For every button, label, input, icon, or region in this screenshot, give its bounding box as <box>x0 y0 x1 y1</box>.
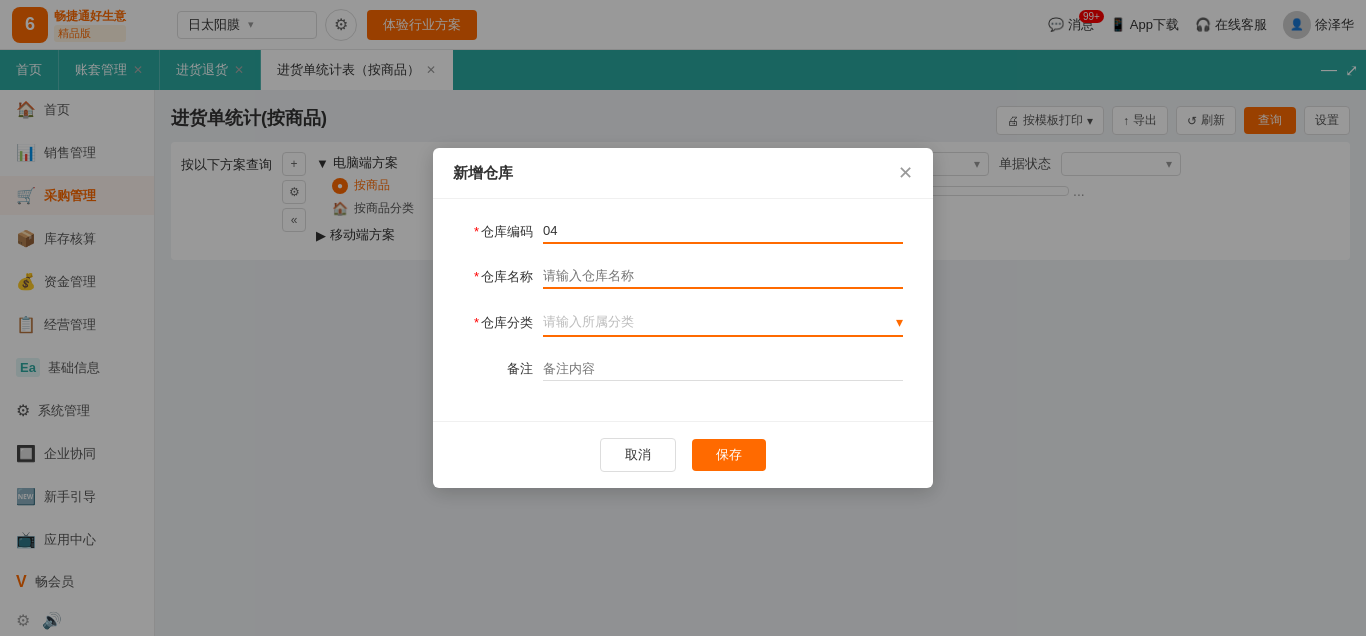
warehouse-name-input[interactable] <box>543 264 903 289</box>
warehouse-category-label: *仓库分类 <box>463 314 533 332</box>
modal-title: 新增仓库 <box>453 164 513 183</box>
modal-overlay[interactable]: 新增仓库 ✕ *仓库编码 *仓库名称 *仓库分类 <box>0 0 1366 636</box>
warehouse-category-select[interactable]: 请输入所属分类 ▾ <box>543 309 903 337</box>
modal-body: *仓库编码 *仓库名称 *仓库分类 请输入所属分类 ▾ <box>433 199 933 421</box>
form-row-code: *仓库编码 <box>463 219 903 244</box>
form-row-category: *仓库分类 请输入所属分类 ▾ <box>463 309 903 337</box>
warehouse-remark-input[interactable] <box>543 357 903 381</box>
warehouse-category-placeholder: 请输入所属分类 <box>543 313 634 331</box>
category-dropdown-arrow: ▾ <box>896 314 903 330</box>
warehouse-remark-label: 备注 <box>463 360 533 378</box>
modal-close-button[interactable]: ✕ <box>898 162 913 184</box>
add-warehouse-modal: 新增仓库 ✕ *仓库编码 *仓库名称 *仓库分类 <box>433 148 933 488</box>
cancel-button[interactable]: 取消 <box>600 438 676 472</box>
warehouse-code-label: *仓库编码 <box>463 223 533 241</box>
warehouse-code-input[interactable] <box>543 219 903 244</box>
modal-header: 新增仓库 ✕ <box>433 148 933 199</box>
form-row-remark: 备注 <box>463 357 903 381</box>
modal-footer: 取消 保存 <box>433 421 933 488</box>
save-button[interactable]: 保存 <box>692 439 766 471</box>
warehouse-name-label: *仓库名称 <box>463 268 533 286</box>
form-row-name: *仓库名称 <box>463 264 903 289</box>
